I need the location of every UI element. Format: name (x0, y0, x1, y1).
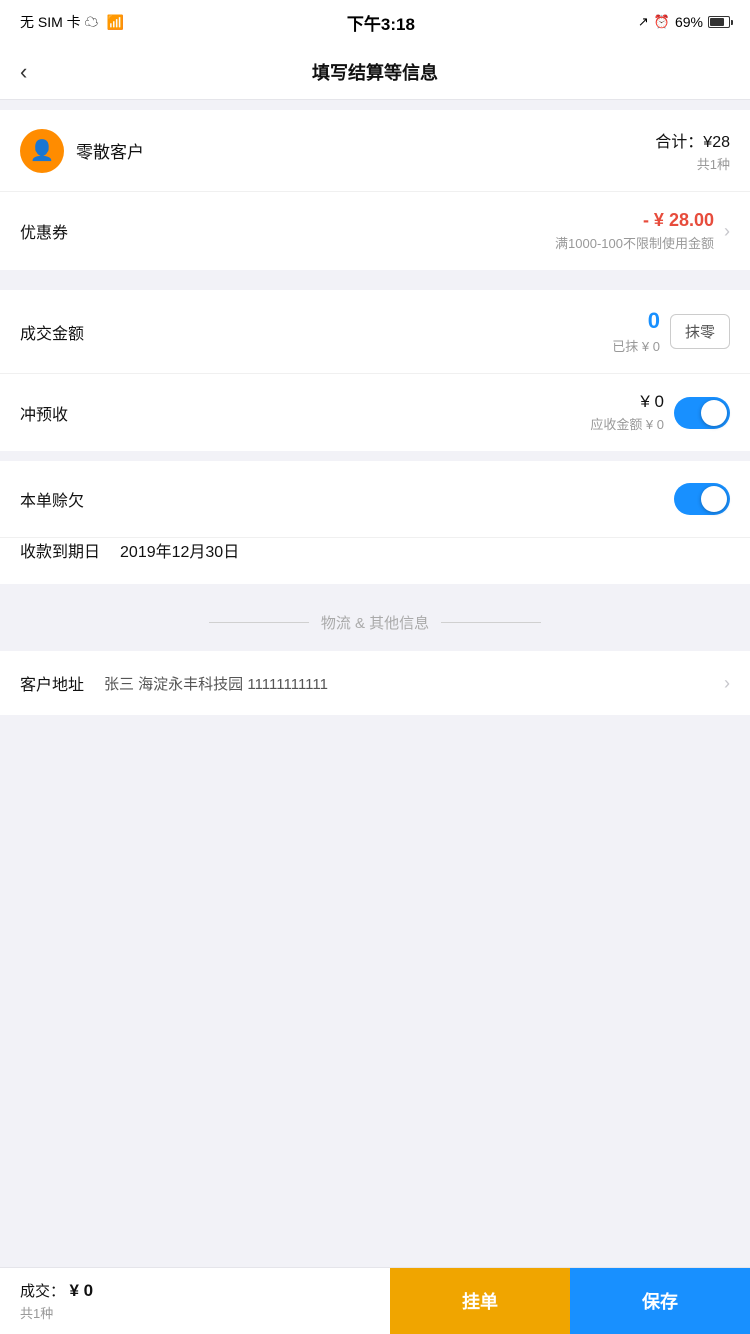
avatar-icon: 👤 (30, 138, 55, 163)
sim-status: 无 SIM 卡 ☁ (20, 12, 99, 32)
bottom-transaction-row: 成交： ¥ 0 (20, 1280, 370, 1301)
customer-right: 合计：¥28 共1种 (655, 128, 730, 173)
customer-left: 👤 零散客户 (20, 129, 144, 173)
address-row[interactable]: 客户地址 张三 海淀永丰科技园 11111111111 › (0, 651, 750, 715)
save-button[interactable]: 保存 (570, 1268, 750, 1334)
prepay-toggle[interactable] (674, 397, 730, 429)
battery-percent: 69% (675, 14, 703, 30)
battery-icon (708, 16, 730, 28)
due-date-value: 2019年12月30日 (120, 538, 239, 562)
section-divider-1 (0, 280, 750, 290)
prepay-amount-area: ¥ 0 应收金额 ¥ 0 (590, 392, 664, 433)
back-button[interactable]: ‹ (12, 51, 35, 93)
debt-toggle[interactable] (674, 483, 730, 515)
logistics-title-text: 物流 & 其他信息 (321, 612, 429, 633)
section-divider-2 (0, 451, 750, 461)
chevron-icon: › (724, 221, 730, 242)
address-chevron-icon: › (724, 673, 730, 694)
prepay-amount: ¥ 0 (590, 392, 664, 412)
customer-section: 👤 零散客户 合计：¥28 共1种 优惠券 - ¥ 28.00 满1000-10… (0, 110, 750, 270)
prepay-right: ¥ 0 应收金额 ¥ 0 (590, 392, 730, 433)
address-label: 客户地址 (20, 671, 84, 695)
bottom-count: 共1种 (20, 1303, 370, 1322)
address-value: 张三 海淀永丰科技园 11111111111 (104, 673, 724, 694)
coupon-subtitle: 满1000-100不限制使用金额 (555, 233, 714, 252)
status-left: 无 SIM 卡 ☁ 📶 (20, 12, 124, 32)
location-icon: ↗ (638, 14, 649, 30)
transaction-amount: 0 (612, 308, 660, 334)
bottom-summary: 成交： ¥ 0 共1种 (0, 1268, 390, 1334)
due-date-label: 收款到期日 (20, 538, 100, 562)
nav-title: 填写结算等信息 (312, 59, 438, 85)
customer-row: 👤 零散客户 合计：¥28 共1种 (0, 110, 750, 191)
transaction-section: 成交金额 0 已抹 ¥ 0 抹零 冲预收 ¥ 0 应收金额 ¥ 0 (0, 290, 750, 451)
hold-button-label: 挂单 (462, 1288, 498, 1314)
wifi-icon: 📶 (107, 14, 124, 31)
due-date-row: 收款到期日 2019年12月30日 (0, 537, 750, 584)
bottom-transaction-label: 成交： (20, 1283, 65, 1300)
coupon-right: - ¥ 28.00 满1000-100不限制使用金额 › (555, 210, 730, 252)
bottom-amount: ¥ 0 (69, 1281, 93, 1300)
status-bar: 无 SIM 卡 ☁ 📶 下午3:18 ↗ ⏰ 69% (0, 0, 750, 44)
logistics-title: 物流 & 其他信息 (20, 612, 730, 633)
round-button[interactable]: 抹零 (670, 314, 730, 349)
hold-button[interactable]: 挂单 (390, 1268, 570, 1334)
alarm-icon: ⏰ (654, 14, 670, 30)
transaction-sub: 已抹 ¥ 0 (612, 336, 660, 355)
transaction-right: 0 已抹 ¥ 0 抹零 (612, 308, 730, 355)
transaction-label: 成交金额 (20, 320, 84, 344)
coupon-value: - ¥ 28.00 (555, 210, 714, 231)
status-time: 下午3:18 (347, 10, 415, 35)
transaction-row: 成交金额 0 已抹 ¥ 0 抹零 (0, 290, 750, 373)
coupon-label: 优惠券 (20, 219, 68, 243)
prepay-sub: 应收金额 ¥ 0 (590, 414, 664, 433)
avatar: 👤 (20, 129, 64, 173)
address-section[interactable]: 客户地址 张三 海淀永丰科技园 11111111111 › (0, 651, 750, 715)
save-button-label: 保存 (642, 1288, 678, 1314)
debt-section: 本单赊欠 收款到期日 2019年12月30日 (0, 461, 750, 584)
prepay-label: 冲预收 (20, 401, 68, 425)
prepay-row: 冲预收 ¥ 0 应收金额 ¥ 0 (0, 373, 750, 451)
bottom-bar: 成交： ¥ 0 共1种 挂单 保存 (0, 1267, 750, 1334)
total-amount: 合计：¥28 (655, 128, 730, 152)
coupon-row[interactable]: 优惠券 - ¥ 28.00 满1000-100不限制使用金额 › (0, 191, 750, 270)
debt-row: 本单赊欠 (0, 461, 750, 537)
debt-label: 本单赊欠 (20, 487, 84, 511)
status-right: ↗ ⏰ 69% (638, 14, 730, 30)
customer-name: 零散客户 (76, 138, 144, 163)
total-count: 共1种 (655, 154, 730, 173)
bottom-spacer (0, 725, 750, 845)
nav-bar: ‹ 填写结算等信息 (0, 44, 750, 100)
logistics-section-header: 物流 & 其他信息 (0, 594, 750, 651)
